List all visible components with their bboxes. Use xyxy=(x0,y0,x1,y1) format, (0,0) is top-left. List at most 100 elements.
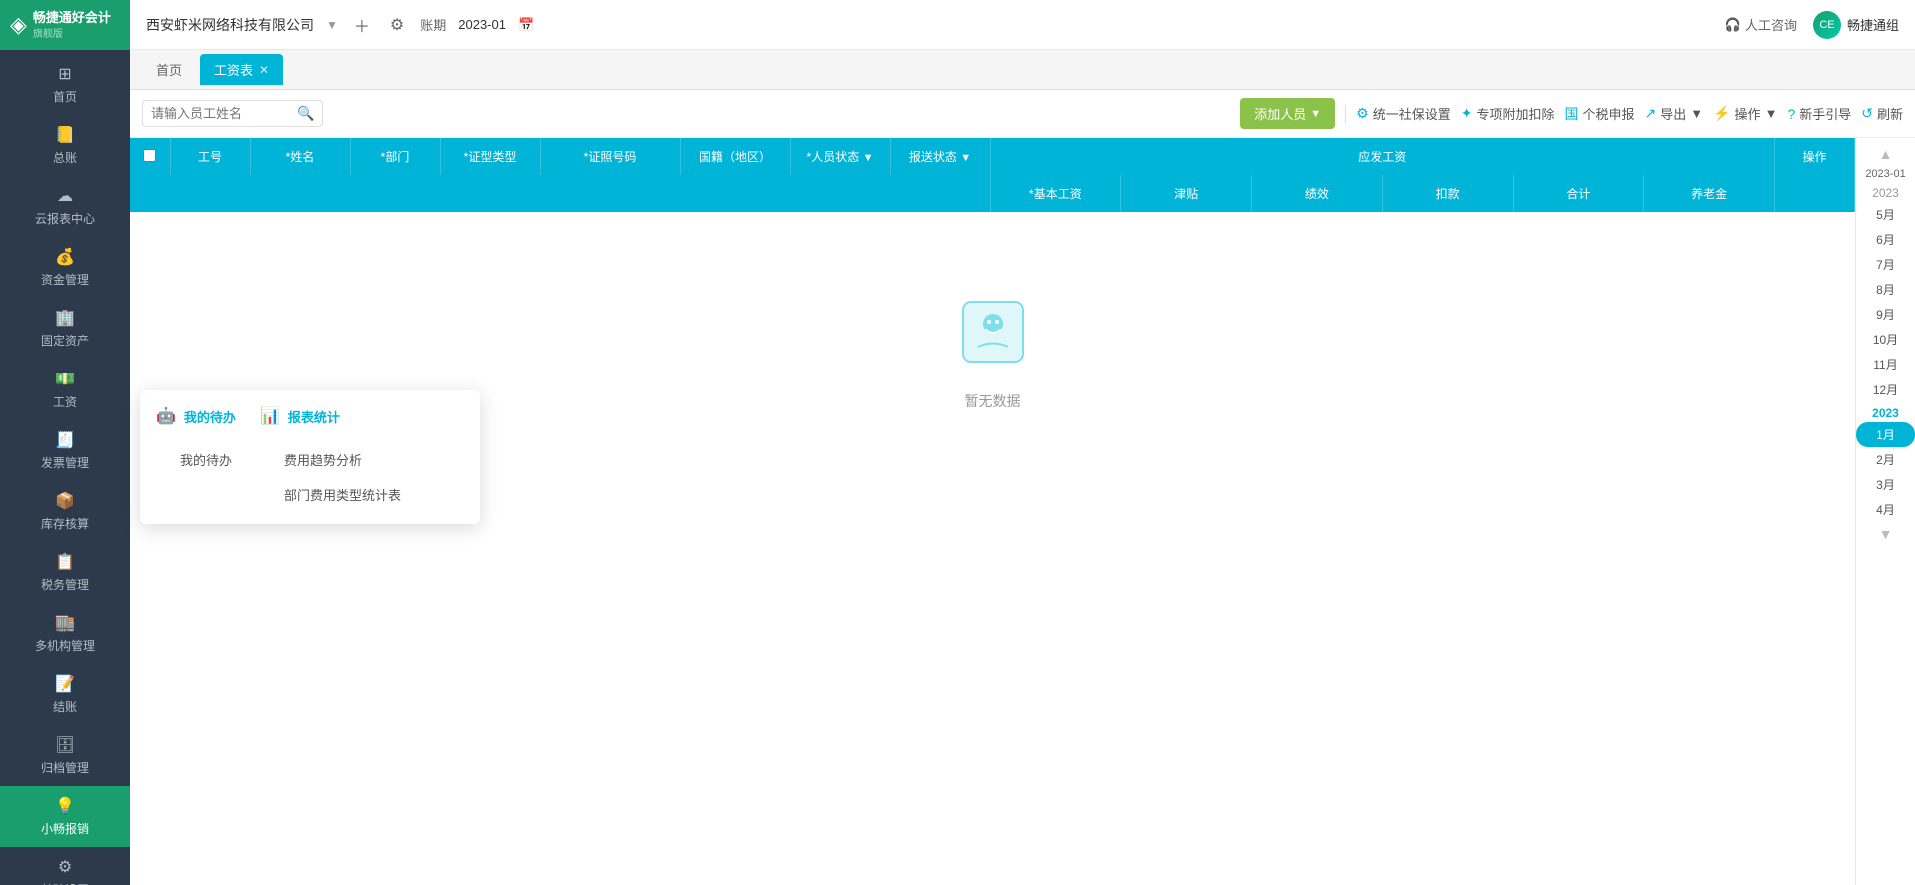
tab-salary[interactable]: 工资表 ✕ xyxy=(200,54,283,85)
top-bar-right: 🎧 人工咨询 CE 畅捷通组 xyxy=(1725,11,1899,39)
timeline-month-4[interactable]: 4月 xyxy=(1856,497,1915,522)
nav-label-5: 工资 xyxy=(53,393,77,410)
add-btn-arrow-icon: ▼ xyxy=(1310,108,1321,120)
nav-label-10: 结账 xyxy=(53,698,77,715)
perstatus-filter[interactable]: *人员状态 xyxy=(807,148,860,165)
company-name: 西安虾米网络科技有限公司 xyxy=(146,15,314,35)
timeline-year-2023-label: 2023 xyxy=(1872,406,1899,420)
timeline-month-9[interactable]: 9月 xyxy=(1856,302,1915,327)
timeline-month-7[interactable]: 7月 xyxy=(1856,252,1915,277)
th-report[interactable]: 报送状态 ▼ xyxy=(890,138,990,175)
timeline-month-12[interactable]: 12月 xyxy=(1856,377,1915,402)
calendar-icon[interactable]: 📅 xyxy=(518,17,534,33)
popup-item-dept-cost[interactable]: 部门费用类型统计表 xyxy=(260,481,401,508)
social-security-action[interactable]: ⚙ 统一社保设置 xyxy=(1356,104,1451,123)
search-input[interactable] xyxy=(151,106,291,121)
nav-label-8: 税务管理 xyxy=(41,576,89,593)
sidebar-item-13[interactable]: ⚙ 基础设置 xyxy=(0,847,130,885)
nav-icon-0: ⊞ xyxy=(58,64,71,84)
salary-table: 工号 *姓名 *部门 *证型类型 *证照号码 国籍（地区） *人员状态 xyxy=(130,138,1855,212)
nav-label-3: 资金管理 xyxy=(41,271,89,288)
tab-home[interactable]: 首页 xyxy=(142,54,196,85)
timeline-month-6[interactable]: 6月 xyxy=(1856,227,1915,252)
todo-icon: 🤖 xyxy=(156,406,176,426)
timeline-month-2[interactable]: 2月 xyxy=(1856,447,1915,472)
app-logo[interactable]: ◈ 畅捷通好会计 旗舰版 xyxy=(0,0,130,50)
company-dropdown-icon[interactable]: ▼ xyxy=(326,18,338,32)
sidebar-item-9[interactable]: 🏬 多机构管理 xyxy=(0,603,130,664)
tab-home-label: 首页 xyxy=(156,60,182,79)
select-all-checkbox[interactable] xyxy=(143,149,156,162)
user-info[interactable]: CE 畅捷通组 xyxy=(1813,11,1899,39)
timeline-month-1[interactable]: 1月 xyxy=(1856,422,1915,447)
sidebar-item-0[interactable]: ⊞ 首页 xyxy=(0,54,130,115)
social-security-label: 统一社保设置 xyxy=(1373,104,1451,123)
sidebar-item-2[interactable]: ☁ 云报表中心 xyxy=(0,176,130,237)
timeline-panel: ▲ 2023-01 2023 5月 6月 7月 8月 9月 10月 11月 12… xyxy=(1855,138,1915,885)
toolbar-right: 添加人员 ▼ ⚙ 统一社保设置 ✦ 专项附加扣除 国 个税申报 xyxy=(1240,98,1903,129)
add-people-button[interactable]: 添加人员 ▼ xyxy=(1240,98,1335,129)
th-name[interactable]: *姓名 xyxy=(250,138,350,175)
settings-icon[interactable]: ⚙ xyxy=(386,11,408,39)
timeline-month-3[interactable]: 3月 xyxy=(1856,472,1915,497)
add-company-btn[interactable]: ＋ xyxy=(350,9,374,41)
nav-label-9: 多机构管理 xyxy=(35,637,95,654)
perstatus-filter-icon[interactable]: ▼ xyxy=(863,152,874,164)
sidebar-item-3[interactable]: 💰 资金管理 xyxy=(0,237,130,298)
th-op-spacer xyxy=(1775,175,1855,212)
sidebar: ◈ 畅捷通好会计 旗舰版 ⊞ 首页 📒 总账 ☁ 云报表中心 💰 资金管理 🏢 … xyxy=(0,0,130,885)
nav-label-2: 云报表中心 xyxy=(35,210,95,227)
nav-icon-8: 📋 xyxy=(55,552,75,572)
timeline-month-10[interactable]: 10月 xyxy=(1856,327,1915,352)
sidebar-item-12[interactable]: 💡 小畅报销 xyxy=(0,786,130,847)
sidebar-item-5[interactable]: 💵 工资 xyxy=(0,359,130,420)
refresh-action[interactable]: ↺ 刷新 xyxy=(1861,104,1903,123)
name-sort[interactable]: *姓名 xyxy=(286,148,315,165)
tax-report-action[interactable]: 国 个税申报 xyxy=(1564,104,1634,124)
export-action[interactable]: ↗ 导出 ▼ xyxy=(1644,104,1703,123)
th-idtype: *证型类型 xyxy=(440,138,540,175)
empty-text: 暂无数据 xyxy=(965,391,1021,411)
timeline-up-btn[interactable]: ▲ xyxy=(1875,142,1897,166)
nav-label-6: 发票管理 xyxy=(41,454,89,471)
th-salary-group: 应发工资 xyxy=(990,138,1775,175)
sidebar-item-6[interactable]: 🧾 发票管理 xyxy=(0,420,130,481)
guide-icon: ? xyxy=(1787,106,1795,122)
sidebar-item-4[interactable]: 🏢 固定资产 xyxy=(0,298,130,359)
report-filter-icon[interactable]: ▼ xyxy=(960,152,971,164)
report-icon: 📊 xyxy=(260,406,280,426)
headset-icon: 🎧 xyxy=(1725,17,1741,33)
operation-action[interactable]: ⚡ 操作 ▼ xyxy=(1713,104,1777,123)
tab-close-icon[interactable]: ✕ xyxy=(259,63,269,77)
search-icon[interactable]: 🔍 xyxy=(297,105,314,122)
nav-label-0: 首页 xyxy=(53,88,77,105)
special-deduction-action[interactable]: ✦ 专项附加扣除 xyxy=(1461,104,1555,123)
timeline-month-8[interactable]: 8月 xyxy=(1856,277,1915,302)
sidebar-item-10[interactable]: 📝 结账 xyxy=(0,664,130,725)
nav-icon-3: 💰 xyxy=(55,247,75,267)
th-operation: 操作 xyxy=(1775,138,1855,175)
timeline-month-5[interactable]: 5月 xyxy=(1856,202,1915,227)
nav-icon-10: 📝 xyxy=(55,674,75,694)
refresh-label: 刷新 xyxy=(1877,104,1903,123)
nav-icon-11: 🗄 xyxy=(55,735,75,755)
sidebar-nav: ⊞ 首页 📒 总账 ☁ 云报表中心 💰 资金管理 🏢 固定资产 💵 工资 🧾 发… xyxy=(0,50,130,885)
nav-icon-5: 💵 xyxy=(55,369,75,389)
sidebar-item-1[interactable]: 📒 总账 xyxy=(0,115,130,176)
sidebar-item-7[interactable]: 📦 库存核算 xyxy=(0,481,130,542)
refresh-icon: ↺ xyxy=(1861,105,1873,122)
tax-report-label: 个税申报 xyxy=(1582,104,1634,123)
sidebar-item-8[interactable]: 📋 税务管理 xyxy=(0,542,130,603)
timeline-down-btn[interactable]: ▼ xyxy=(1875,522,1897,546)
th-perstatus[interactable]: *人员状态 ▼ xyxy=(790,138,890,175)
timeline-month-11[interactable]: 11月 xyxy=(1856,352,1915,377)
service-label: 人工咨询 xyxy=(1745,15,1797,34)
popup-item-cost-trend[interactable]: 费用趋势分析 xyxy=(260,446,401,473)
sidebar-item-11[interactable]: 🗄 归档管理 xyxy=(0,725,130,786)
th-checkbox[interactable] xyxy=(130,138,170,175)
popup-item-todo[interactable]: 我的待办 xyxy=(156,446,236,473)
service-btn[interactable]: 🎧 人工咨询 xyxy=(1725,15,1797,34)
guide-action[interactable]: ? 新手引导 xyxy=(1787,104,1851,123)
tab-salary-label: 工资表 xyxy=(214,60,253,79)
avatar: CE xyxy=(1813,11,1841,39)
